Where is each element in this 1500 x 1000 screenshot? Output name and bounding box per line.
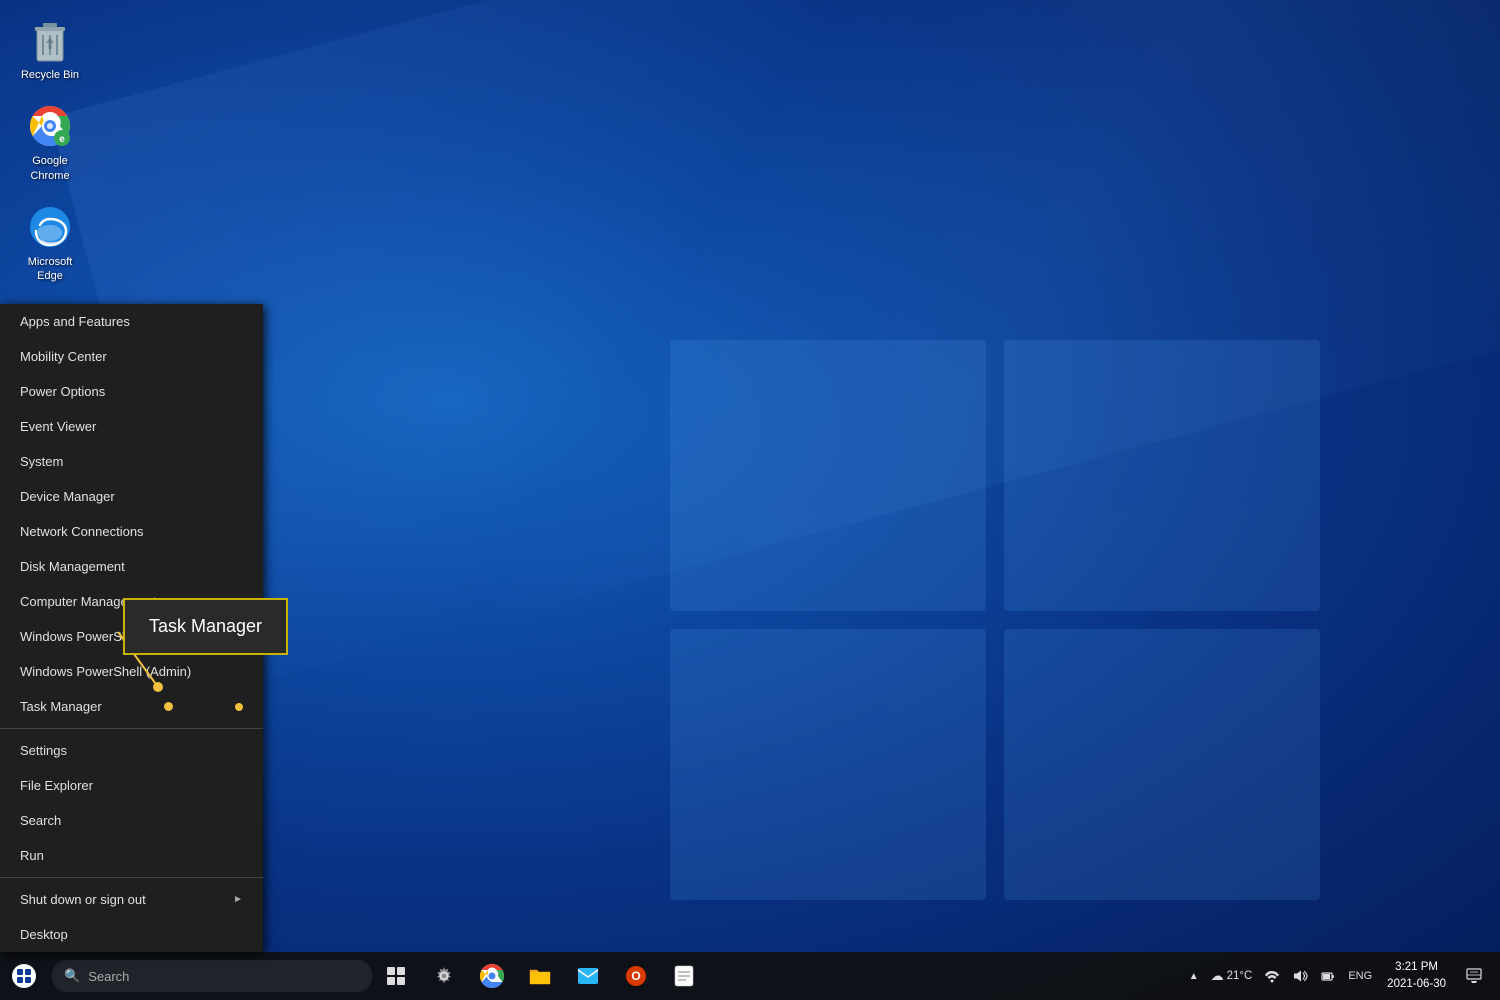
chevron-right-icon: ► bbox=[233, 894, 243, 905]
menu-divider-2 bbox=[0, 877, 263, 878]
task-manager-dot bbox=[164, 702, 173, 711]
microsoft-edge-image bbox=[26, 203, 74, 251]
svg-text:e: e bbox=[59, 134, 65, 145]
network-icon bbox=[1264, 968, 1280, 984]
menu-item-network-connections[interactable]: Network Connections bbox=[0, 514, 263, 549]
weather-icon: ☁ bbox=[1211, 968, 1224, 984]
task-view-button[interactable] bbox=[372, 952, 420, 1000]
menu-item-mobility-center[interactable]: Mobility Center bbox=[0, 339, 263, 374]
taskbar: 🔍 Search bbox=[0, 952, 1500, 1000]
start-button[interactable] bbox=[0, 952, 48, 1000]
tray-network[interactable] bbox=[1259, 952, 1285, 1000]
clock-time: 3:21 PM bbox=[1395, 959, 1438, 976]
caret-up-icon: ▲ bbox=[1189, 971, 1199, 982]
recycle-bin-image bbox=[26, 16, 74, 64]
taskbar-settings-button[interactable] bbox=[420, 952, 468, 1000]
power-icon bbox=[1320, 968, 1336, 984]
desktop: Recycle Bin e bbox=[0, 0, 1500, 1000]
taskbar-office-button[interactable]: O bbox=[612, 952, 660, 1000]
weather-temp: 21°C bbox=[1227, 970, 1253, 982]
menu-item-device-manager[interactable]: Device Manager bbox=[0, 479, 263, 514]
tray-overflow-button[interactable]: ▲ bbox=[1184, 952, 1204, 1000]
search-icon: 🔍 bbox=[64, 968, 80, 984]
microsoft-edge-label: Microsoft Edge bbox=[16, 255, 84, 284]
taskbar-notes-button[interactable] bbox=[660, 952, 708, 1000]
microsoft-edge-icon[interactable]: Microsoft Edge bbox=[10, 197, 90, 290]
menu-item-power-options[interactable]: Power Options bbox=[0, 374, 263, 409]
menu-item-search[interactable]: Search bbox=[0, 803, 263, 838]
svg-text:O: O bbox=[631, 969, 640, 983]
tray-volume[interactable] bbox=[1287, 952, 1313, 1000]
search-bar[interactable]: 🔍 Search bbox=[52, 960, 372, 992]
clock-date: 2021-06-30 bbox=[1387, 976, 1446, 993]
speaker-icon bbox=[1292, 968, 1308, 984]
google-chrome-image: e bbox=[26, 102, 74, 150]
clock[interactable]: 3:21 PM 2021-06-30 bbox=[1379, 952, 1454, 1000]
recycle-bin-label: Recycle Bin bbox=[21, 68, 79, 82]
menu-divider-1 bbox=[0, 728, 263, 729]
menu-item-event-viewer[interactable]: Event Viewer bbox=[0, 409, 263, 444]
language-label: ENG bbox=[1348, 970, 1372, 982]
system-tray: ▲ ☁ 21°C bbox=[1184, 952, 1500, 1000]
taskbar-chrome-button[interactable] bbox=[468, 952, 516, 1000]
menu-item-system[interactable]: System bbox=[0, 444, 263, 479]
menu-item-apps-features[interactable]: Apps and Features bbox=[0, 304, 263, 339]
search-placeholder: Search bbox=[88, 969, 129, 984]
start-circle bbox=[12, 964, 36, 988]
recycle-bin-icon[interactable]: Recycle Bin bbox=[10, 10, 90, 88]
task-manager-tooltip: Task Manager bbox=[123, 598, 288, 655]
taskbar-mail-button[interactable] bbox=[564, 952, 612, 1000]
notification-icon bbox=[1466, 968, 1482, 984]
menu-item-desktop[interactable]: Desktop bbox=[0, 917, 263, 952]
tray-language[interactable]: ENG bbox=[1343, 952, 1377, 1000]
taskbar-file-explorer-button[interactable] bbox=[516, 952, 564, 1000]
windows-logo-decoration bbox=[670, 340, 1320, 900]
menu-item-file-explorer[interactable]: File Explorer bbox=[0, 768, 263, 803]
google-chrome-label: Google Chrome bbox=[16, 154, 84, 183]
windows-logo-icon bbox=[17, 969, 31, 983]
menu-item-run[interactable]: Run bbox=[0, 838, 263, 873]
notification-button[interactable] bbox=[1456, 952, 1492, 1000]
google-chrome-icon[interactable]: e Google Chrome bbox=[10, 96, 90, 189]
tray-weather[interactable]: ☁ 21°C bbox=[1206, 952, 1258, 1000]
desktop-icons: Recycle Bin e bbox=[10, 10, 90, 289]
menu-item-settings[interactable]: Settings bbox=[0, 733, 263, 768]
menu-item-shut-down[interactable]: Shut down or sign out ► bbox=[0, 882, 263, 917]
menu-item-disk-management[interactable]: Disk Management bbox=[0, 549, 263, 584]
tray-power[interactable] bbox=[1315, 952, 1341, 1000]
